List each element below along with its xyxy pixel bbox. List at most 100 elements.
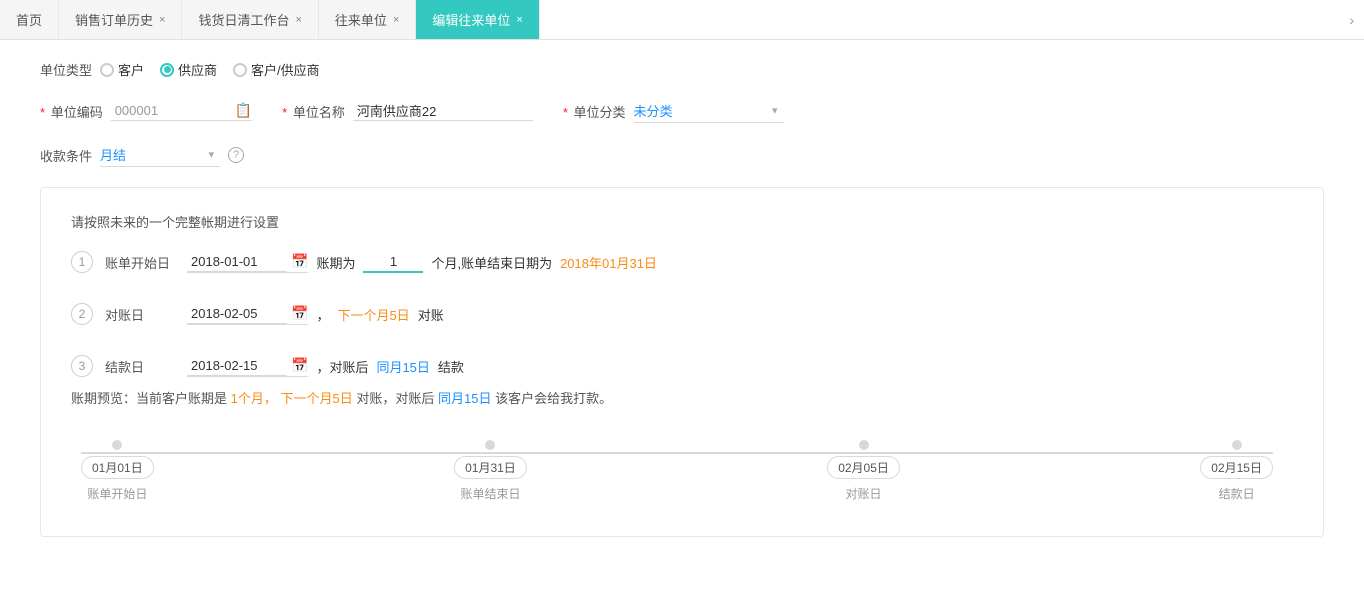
timeline-dot-1 [485,440,495,450]
tab-home[interactable]: 首页 [0,0,59,39]
account-preview: 账期预览：当前客户账期是 1个月， 下一个月5日 对账，对账后 同月15日 该客… [71,387,1293,410]
radio-supplier[interactable]: 供应商 [160,60,217,79]
timeline-dot-3 [1232,440,1242,450]
step-3-num: 3 [71,355,93,377]
unit-info-row: * 单位编码 📋 * 单位名称 * 单位分类 未分类 ▾ [40,99,1324,123]
timeline-label-3: 结款日 [1219,485,1255,502]
preview-mid: 对账，对账后 [356,391,438,406]
step-3-prefix: ，对账后 [316,357,368,376]
payment-condition-field: 收款条件 月结 ▾ ? [40,143,244,167]
billing-period-section: 请按照未来的一个完整帐期进行设置 1 账单开始日 📅 账期为 个月,账单结束日期… [40,187,1324,537]
unit-name-input[interactable] [353,101,533,121]
tab-cash-clearing-close[interactable]: × [295,14,301,26]
payment-condition-row: 收款条件 月结 ▾ ? [40,143,1324,167]
step-3-date-input: 📅 [187,356,308,377]
step-2-label: 对账日 [105,305,175,324]
step-1-label: 账单开始日 [105,253,175,272]
preview-end: 该客户会给我打款。 [495,391,612,406]
unit-type-label: 单位类型 [40,60,92,79]
unit-type-field: 单位类型 客户 供应商 客户/供应商 [40,60,320,79]
step-2-row: 2 对账日 📅 ， 下一个月5日 对账 [71,303,1293,325]
radio-both-label: 客户/供应商 [251,60,320,79]
unit-type-row: 单位类型 客户 供应商 客户/供应商 [40,60,1324,79]
radio-customer-label: 客户 [118,60,144,79]
step-3-row: 3 结款日 📅 ，对账后 同月15日 结款 [71,355,1293,377]
step-3-suffix: 结款 [438,357,464,376]
timeline-dot-2 [859,440,869,450]
preview-reconcile: 下一个月5日 [281,391,353,406]
radio-customer[interactable]: 客户 [100,60,144,79]
tab-partner-unit-close[interactable]: × [393,14,399,26]
timeline-dot-0 [112,440,122,450]
payment-condition-dropdown[interactable]: 月结 ▾ [100,143,220,167]
preview-payment: 同月15日 [438,391,491,406]
radio-both[interactable]: 客户/供应商 [233,60,320,79]
preview-label: 账期预览：当前客户账期是 [71,391,227,406]
tab-sales-order-history-label: 销售订单历史 [75,10,153,29]
unit-name-label: * 单位名称 [282,102,345,121]
radio-supplier-label: 供应商 [178,60,217,79]
preview-1months: 1个月， [231,391,277,406]
unit-code-required: * [40,105,45,120]
payment-condition-label: 收款条件 [40,146,92,165]
tab-sales-order-history-close[interactable]: × [159,14,165,26]
timeline-label-2: 对账日 [846,485,882,502]
tab-cash-clearing[interactable]: 钱货日清工作台 × [182,0,318,39]
unit-category-arrow: ▾ [772,104,778,117]
timeline-badge-3: 02月15日 [1200,456,1273,479]
tab-sales-order-history[interactable]: 销售订单历史 × [59,0,182,39]
timeline-point-3: 02月15日 结款日 [1200,440,1273,502]
step-3-content: 📅 ，对账后 同月15日 结款 [187,356,1293,377]
tab-edit-partner-label: 编辑往来单位 [432,10,510,29]
unit-code-label: * 单位编码 [40,102,103,121]
tab-partner-unit-label: 往来单位 [335,10,387,29]
unit-category-required: * [563,105,568,120]
step-1-row: 1 账单开始日 📅 账期为 个月,账单结束日期为 2018年01月31日 [71,251,1293,273]
radio-supplier-circle [160,63,174,77]
step-1-date-field[interactable] [187,252,287,272]
payment-condition-arrow: ▾ [208,148,214,161]
tab-scroll-right[interactable]: › [1339,0,1364,39]
step-1-months-suffix: 个月,账单结束日期为 [431,253,552,272]
payment-condition-value: 月结 [100,145,202,164]
unit-category-dropdown[interactable]: 未分类 ▾ [634,99,784,123]
timeline-badge-1: 01月31日 [454,456,527,479]
step-2-date-input: 📅 [187,304,308,325]
step-2-prefix: ， [316,305,329,324]
step-1-end-date: 2018年01月31日 [560,253,657,272]
tab-partner-unit[interactable]: 往来单位 × [319,0,416,39]
step-3-calendar-icon[interactable]: 📅 [291,357,308,374]
timeline: 01月01日 账单开始日 01月31日 账单结束日 02月05日 对账日 02月… [71,430,1293,512]
section-title: 请按照未来的一个完整帐期进行设置 [71,212,1293,231]
radio-customer-circle [100,63,114,77]
step-2-highlight: 下一个月5日 [337,305,409,324]
step-3-highlight: 同月15日 [376,357,429,376]
unit-category-value: 未分类 [634,101,766,120]
payment-condition-help-icon[interactable]: ? [228,147,244,163]
tab-home-label: 首页 [16,10,42,29]
tab-edit-partner-close[interactable]: × [516,14,522,26]
step-1-calendar-icon[interactable]: 📅 [291,253,308,270]
timeline-badge-2: 02月05日 [827,456,900,479]
step-1-months-input[interactable] [363,252,423,273]
step-1-num: 1 [71,251,93,273]
step-2-calendar-icon[interactable]: 📅 [291,305,308,322]
tabs-bar: 首页 销售订单历史 × 钱货日清工作台 × 往来单位 × 编辑往来单位 × › [0,0,1364,40]
step-2-num: 2 [71,303,93,325]
step-2-suffix: 对账 [418,305,444,324]
step-1-period-label: 账期为 [316,253,355,272]
step-1-date-input: 📅 [187,252,308,273]
step-3-date-field[interactable] [187,356,287,376]
timeline-label-1: 账单结束日 [460,485,520,502]
timeline-label-0: 账单开始日 [87,485,147,502]
unit-code-input-wrapper: 📋 [111,101,252,121]
unit-category-field: * 单位分类 未分类 ▾ [563,99,784,123]
page-content: 单位类型 客户 供应商 客户/供应商 * 单位编码 [0,40,1364,608]
timeline-point-2: 02月05日 对账日 [827,440,900,502]
unit-name-required: * [282,105,287,120]
tab-edit-partner[interactable]: 编辑往来单位 × [416,0,539,39]
unit-code-input[interactable] [111,101,231,120]
tab-cash-clearing-label: 钱货日清工作台 [198,10,289,29]
step-3-label: 结款日 [105,357,175,376]
step-2-date-field[interactable] [187,304,287,324]
